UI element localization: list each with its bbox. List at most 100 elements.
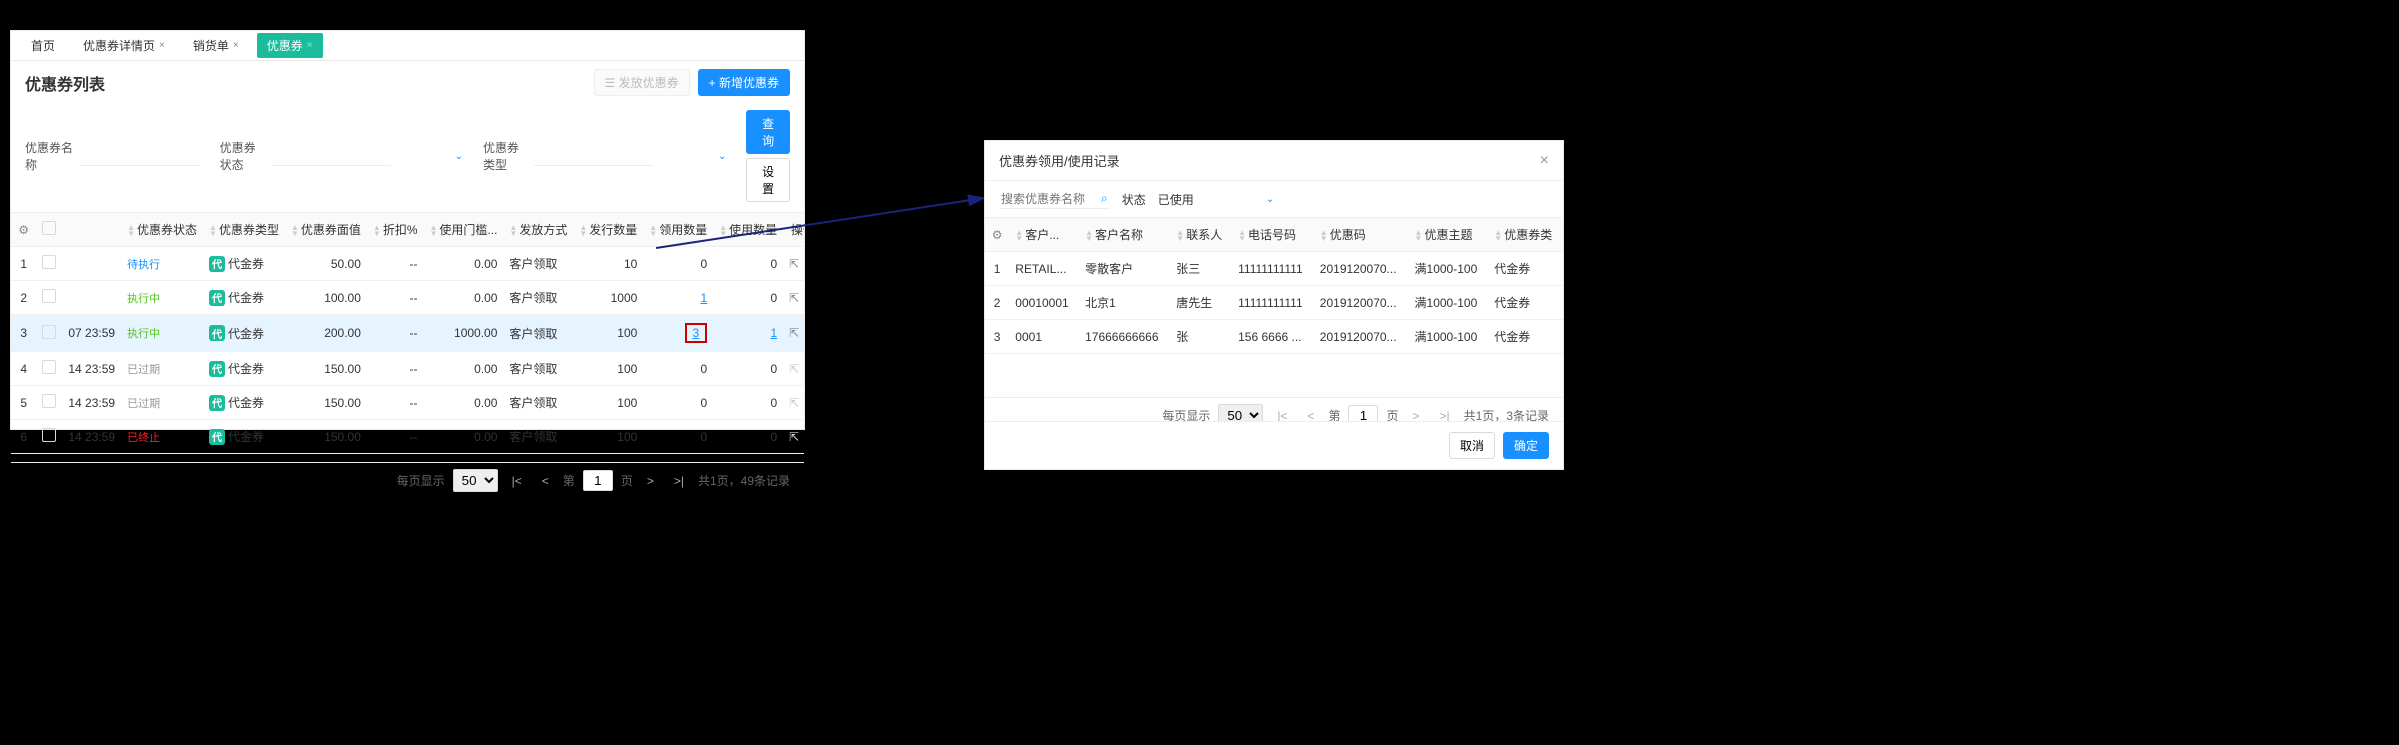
col-time (62, 213, 121, 247)
row-contact: 张三 (1170, 252, 1232, 286)
row-type: 代代金券 (203, 247, 285, 281)
col-threshold[interactable]: ▲▼使用门槛... (423, 213, 503, 247)
row-checkbox[interactable] (36, 386, 62, 420)
col-cust-name[interactable]: ▲▼客户名称 (1079, 218, 1170, 252)
col-settings[interactable]: ⚙ (985, 218, 1009, 252)
page-input[interactable] (583, 470, 613, 491)
row-discount: -- (367, 386, 424, 420)
row-checkbox[interactable] (36, 247, 62, 281)
prev-page-button[interactable]: < (536, 472, 555, 490)
close-icon[interactable]: × (1540, 152, 1549, 170)
col-claim[interactable]: ▲▼领用数量 (643, 213, 713, 247)
first-page-button[interactable]: |< (506, 472, 528, 490)
distribute-icon: ☰ (605, 76, 619, 90)
col-settings[interactable]: ⚙ (11, 213, 36, 247)
claim-count-link[interactable]: 1 (701, 291, 708, 305)
tab-销货单[interactable]: 销货单× (183, 33, 249, 58)
table-row[interactable]: 1 待执行 代代金券 50.00 -- 0.00 客户领取 10 0 0 ⇱ ▦ (11, 247, 804, 281)
row-actions: ⇱ ▦ (783, 386, 804, 420)
row-type: 代代金券 (203, 386, 285, 420)
col-subject[interactable]: ▲▼优惠主题 (1409, 218, 1489, 252)
row-index: 4 (11, 352, 36, 386)
per-page-select[interactable]: 50 (453, 469, 498, 492)
coupon-table-wrap[interactable]: ⚙ ▲▼优惠券状态 ▲▼优惠券类型 ▲▼优惠券面值 ▲▼折扣% ▲▼使用门槛..… (11, 212, 804, 462)
tab-首页[interactable]: 首页 (21, 33, 65, 58)
query-button[interactable]: 查询 (746, 110, 790, 154)
table-row[interactable]: 1 RETAIL... 零散客户 张三 11111111111 20191200… (985, 252, 1563, 286)
col-face[interactable]: ▲▼优惠券面值 (285, 213, 367, 247)
row-threshold: 0.00 (423, 352, 503, 386)
tab-优惠券[interactable]: 优惠券× (257, 33, 323, 58)
last-page-button[interactable]: >| (668, 472, 690, 490)
col-contact[interactable]: ▲▼联系人 (1170, 218, 1232, 252)
row-checkbox[interactable] (36, 315, 62, 352)
col-use[interactable]: ▲▼使用数量 (713, 213, 783, 247)
row-claim: 0 (643, 386, 713, 420)
row-use: 1 (713, 315, 783, 352)
col-method[interactable]: ▲▼发放方式 (503, 213, 573, 247)
row-checkbox[interactable] (36, 420, 62, 454)
filter-name-input[interactable] (80, 147, 200, 166)
share-icon: ⇱ (789, 396, 799, 410)
table-row[interactable]: 3 07 23:59 执行中 代代金券 200.00 -- 1000.00 客户… (11, 315, 804, 352)
modal-table-wrap[interactable]: ⚙ ▲▼客户... ▲▼客户名称 ▲▼联系人 ▲▼电话号码 ▲▼优惠码 ▲▼优惠… (985, 217, 1563, 397)
col-code[interactable]: ▲▼优惠码 (1314, 218, 1409, 252)
table-row[interactable]: 3 0001 17666666666 张 156 6666 ... 201912… (985, 320, 1563, 354)
col-cust-no[interactable]: ▲▼客户... (1009, 218, 1079, 252)
table-row[interactable]: 6 14 23:59 已终止 代代金券 150.00 -- 0.00 客户领取 … (11, 420, 804, 454)
filter-name-label: 优惠券名称 (25, 139, 76, 173)
row-threshold: 0.00 (423, 281, 503, 315)
row-index: 7 (11, 454, 36, 463)
settings-button[interactable]: 设置 (746, 158, 790, 202)
filter-type-select[interactable] (534, 147, 654, 166)
row-cust-no: 0001 (1009, 320, 1079, 354)
filter-status-select[interactable] (271, 147, 391, 166)
row-discount: -- (367, 315, 424, 352)
row-cust-name: 零散客户 (1079, 252, 1170, 286)
col-status[interactable]: ▲▼优惠券状态 (121, 213, 203, 247)
row-code: 2019120070... (1314, 320, 1409, 354)
modal-search-input[interactable] (1001, 192, 1101, 206)
pagination: 每页显示 50 |< < 第 页 > >| 共1页，49条记录 (11, 462, 804, 498)
close-icon[interactable]: × (307, 40, 313, 51)
table-row[interactable]: 5 14 23:59 已过期 代代金券 150.00 -- 0.00 客户领取 … (11, 386, 804, 420)
col-discount[interactable]: ▲▼折扣% (367, 213, 424, 247)
col-issue[interactable]: ▲▼发行数量 (573, 213, 643, 247)
tab-优惠券详情页[interactable]: 优惠券详情页× (73, 33, 175, 58)
distribute-coupon-button[interactable]: ☰ 发放优惠券 (594, 69, 690, 96)
next-page-button[interactable]: > (641, 472, 660, 490)
table-row[interactable]: 7 14 23:59 待发布 代代金券 150.00 -- 0.00 客户领取 … (11, 454, 804, 463)
share-icon[interactable]: ⇱ (789, 291, 799, 305)
share-icon[interactable]: ⇱ (789, 257, 799, 271)
row-type: 代代金券 (203, 420, 285, 454)
row-checkbox[interactable] (36, 281, 62, 315)
row-checkbox[interactable] (36, 352, 62, 386)
table-row[interactable]: 4 14 23:59 已过期 代代金券 150.00 -- 0.00 客户领取 … (11, 352, 804, 386)
claim-count-link[interactable]: 3 (693, 326, 700, 340)
confirm-button[interactable]: 确定 (1503, 432, 1549, 459)
cancel-button[interactable]: 取消 (1449, 432, 1495, 459)
col-type[interactable]: ▲▼优惠券类型 (203, 213, 285, 247)
col-phone[interactable]: ▲▼电话号码 (1232, 218, 1314, 252)
add-coupon-button[interactable]: + 新增优惠券 (698, 69, 790, 96)
modal-status-value[interactable]: 已使用 (1158, 191, 1194, 208)
row-status: 已过期 (121, 386, 203, 420)
row-time (62, 247, 121, 281)
voucher-icon: 代 (209, 290, 225, 306)
share-icon[interactable]: ⇱ (789, 326, 799, 340)
col-checkbox[interactable] (36, 213, 62, 247)
search-icon[interactable]: ⌕ (1101, 191, 1108, 206)
close-icon[interactable]: × (233, 40, 239, 51)
row-method: 客户领取 (503, 281, 573, 315)
close-icon[interactable]: × (159, 40, 165, 51)
use-count-link[interactable]: 1 (770, 326, 777, 340)
row-face: 50.00 (285, 247, 367, 281)
row-type: 代代金券 (203, 315, 285, 352)
row-checkbox[interactable] (36, 454, 62, 463)
per-page-label: 每页显示 (397, 472, 445, 489)
row-phone: 156 6666 ... (1232, 320, 1314, 354)
table-row[interactable]: 2 执行中 代代金券 100.00 -- 0.00 客户领取 1000 1 0 … (11, 281, 804, 315)
col-type[interactable]: ▲▼优惠券类 (1488, 218, 1563, 252)
table-row[interactable]: 2 00010001 北京1 唐先生 11111111111 201912007… (985, 286, 1563, 320)
row-status: 执行中 (121, 315, 203, 352)
